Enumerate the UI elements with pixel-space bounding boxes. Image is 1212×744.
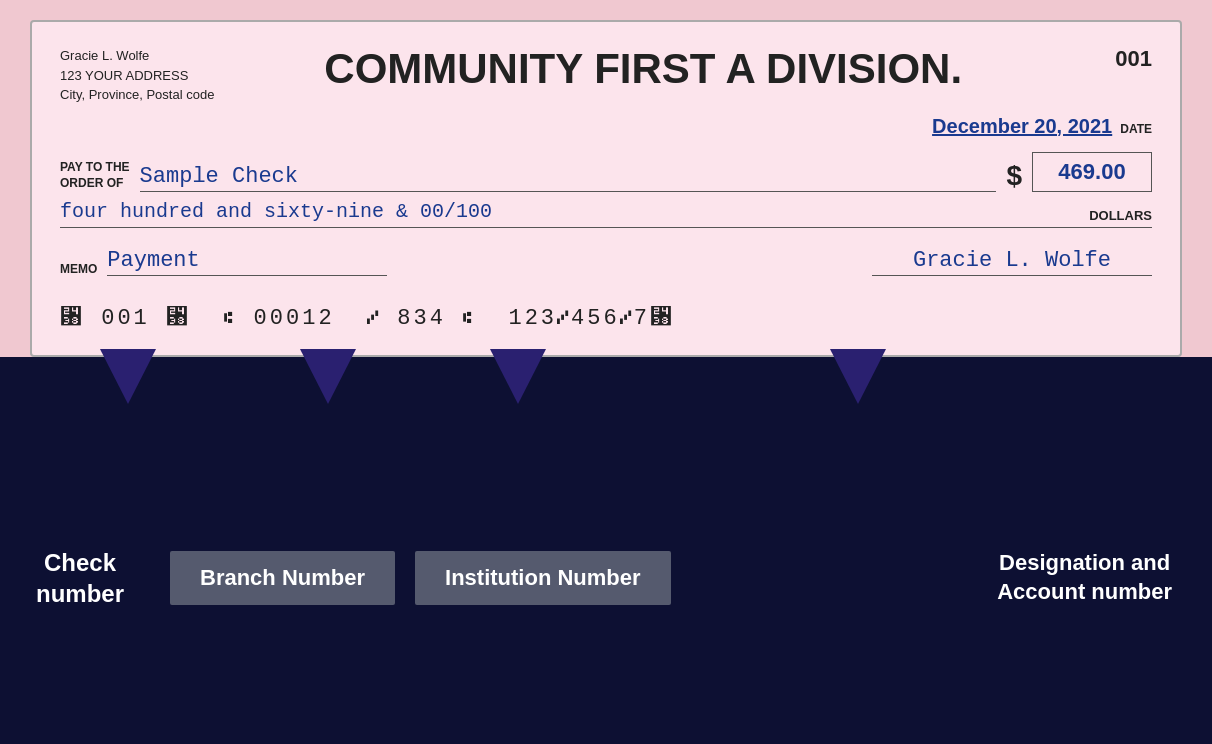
date-label: DATE — [1120, 122, 1152, 136]
amount-box: 469.00 — [1032, 152, 1152, 192]
branch-number-label: Branch Number — [170, 551, 395, 605]
check-number: 001 — [1072, 46, 1152, 72]
payee-value: Sample Check — [140, 164, 298, 189]
bottom-section: Check number Branch Number Institution N… — [0, 357, 1212, 745]
check-wrapper: Gracie L. Wolfe 123 YOUR ADDRESS City, P… — [0, 0, 1212, 357]
pay-row: PAY TO THEORDER OF Sample Check $ 469.00 — [60, 152, 1152, 192]
date-value: December 20, 2021 — [932, 115, 1112, 138]
address-line1: 123 YOUR ADDRESS — [60, 66, 214, 86]
check-number-label: Check number — [0, 537, 160, 619]
bottom-labels: Check number Branch Number Institution N… — [0, 412, 1212, 745]
check-address: Gracie L. Wolfe 123 YOUR ADDRESS City, P… — [60, 46, 214, 105]
memo-label: MEMO — [60, 262, 97, 276]
amount-words: four hundred and sixty-nine & 00/100 — [60, 200, 492, 223]
designation-account-label: Designation and Account number — [977, 539, 1192, 616]
check: Gracie L. Wolfe 123 YOUR ADDRESS City, P… — [30, 20, 1182, 357]
address-line2: City, Province, Postal code — [60, 85, 214, 105]
memo-section: MEMO Payment — [60, 248, 387, 276]
memo-sig-row: MEMO Payment Gracie L. Wolfe — [60, 248, 1152, 276]
check-top-row: Gracie L. Wolfe 123 YOUR ADDRESS City, P… — [60, 46, 1152, 105]
pay-label: PAY TO THEORDER OF — [60, 160, 130, 191]
arrow-check-icon — [100, 349, 156, 404]
payee-line: Sample Check — [140, 164, 997, 192]
micr-row: ␸ 001 ␸ ⑆ 00012 ⑇ 834 ⑆ 123⑇456⑇7␸ — [60, 300, 1152, 335]
micr-value: ␸ 001 ␸ ⑆ 00012 ⑇ 834 ⑆ 123⑇456⑇7␸ — [60, 306, 675, 331]
dollars-label: DOLLARS — [1089, 208, 1152, 223]
arrow-designation-icon — [830, 349, 886, 404]
arrow-branch-icon — [300, 349, 356, 404]
memo-line: Payment — [107, 248, 387, 276]
bank-name: COMMUNITY FIRST A DIVISION. — [214, 46, 1072, 92]
arrow-institution-icon — [490, 349, 546, 404]
words-row: four hundred and sixty-nine & 00/100 DOL… — [60, 200, 1152, 228]
memo-value: Payment — [107, 248, 199, 273]
signature-value: Gracie L. Wolfe — [913, 248, 1111, 273]
date-row: December 20, 2021 DATE — [60, 115, 1152, 138]
institution-number-label: Institution Number — [415, 551, 671, 605]
dollar-sign: $ — [1006, 160, 1022, 192]
address-name: Gracie L. Wolfe — [60, 46, 214, 66]
signature-line: Gracie L. Wolfe — [872, 248, 1152, 276]
